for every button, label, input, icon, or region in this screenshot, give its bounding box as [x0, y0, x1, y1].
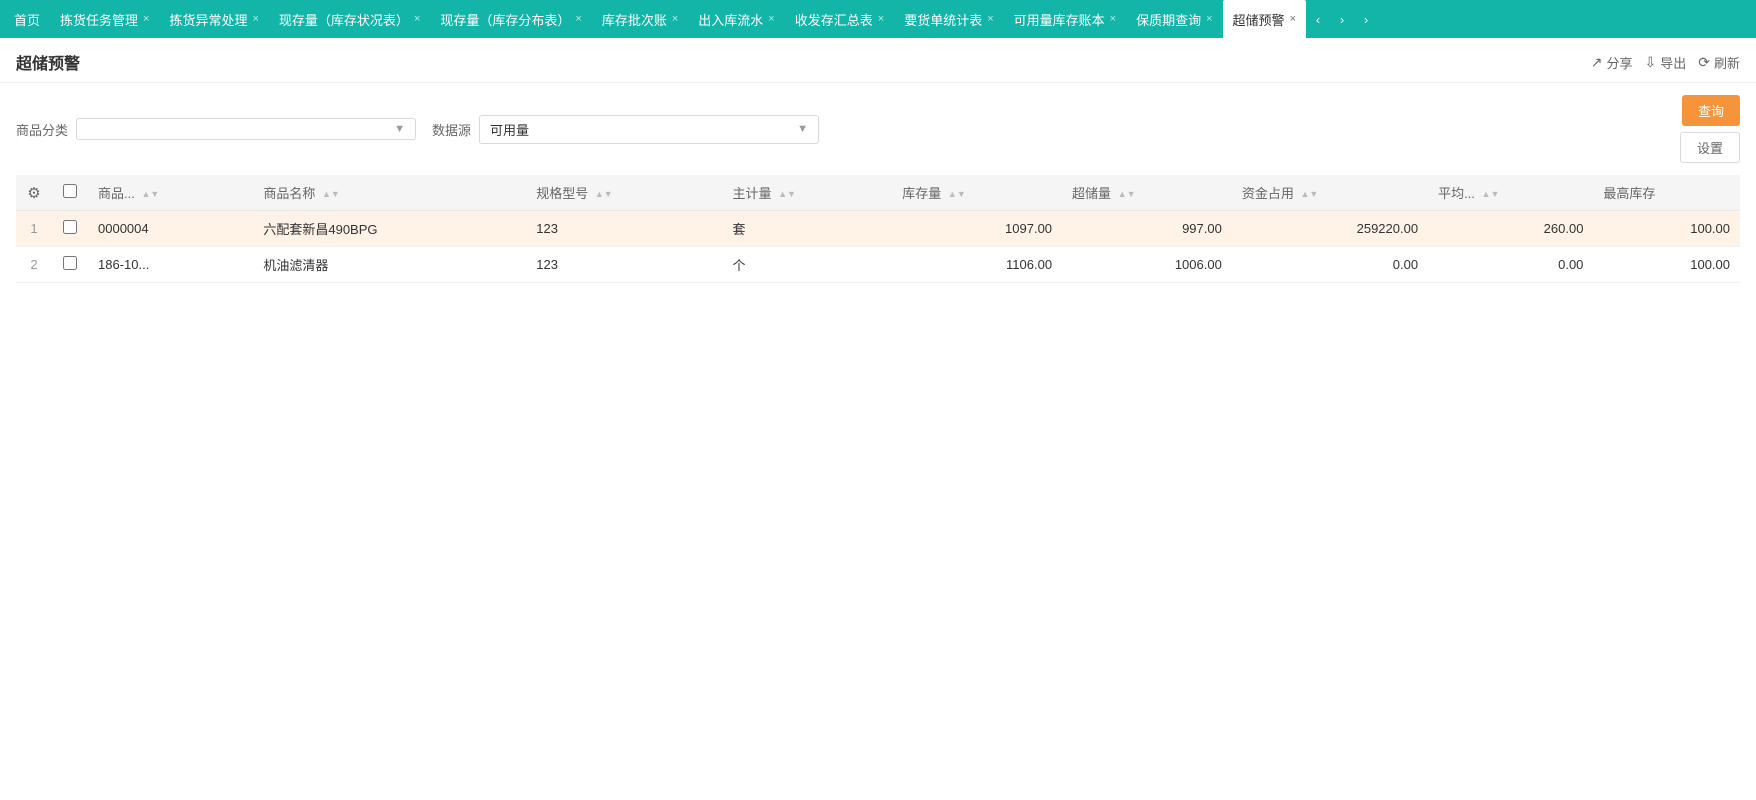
nav-tab-task-mgmt[interactable]: 拣货任务管理 ×	[50, 0, 159, 38]
col-capital[interactable]: 资金占用 ▲▼	[1232, 175, 1428, 211]
row-checkbox-1[interactable]	[63, 256, 77, 270]
sort-stock-icon: ▲▼	[948, 190, 966, 199]
page-content: 超储预警 ↗ 分享 ⇩ 导出 ⟳ 刷新 商品分类 ▼ 数据源	[0, 38, 1756, 800]
close-tab-stock-dist[interactable]: ×	[575, 13, 581, 25]
nav-tab-stock-status[interactable]: 现存量（库存状况表） ×	[269, 0, 430, 38]
row-num-1: 2	[16, 247, 52, 283]
share-icon: ↗	[1591, 54, 1603, 71]
close-tab-overstock[interactable]: ×	[1290, 13, 1296, 25]
unit-1: 个	[722, 247, 892, 283]
sort-overstock-icon: ▲▼	[1118, 190, 1136, 199]
nav-tab-batch[interactable]: 库存批次账 ×	[592, 0, 688, 38]
category-select[interactable]: ▼	[76, 118, 416, 140]
query-button[interactable]: 查询	[1682, 95, 1740, 126]
nav-tab-home[interactable]: 首页	[4, 0, 50, 38]
datasource-select[interactable]: 可用量 ▼	[479, 115, 819, 144]
capital-1: 0.00	[1232, 247, 1428, 283]
close-tab-order-stat[interactable]: ×	[987, 13, 993, 25]
stock-1: 1106.00	[892, 247, 1062, 283]
col-overstock[interactable]: 超储量 ▲▼	[1062, 175, 1232, 211]
table-header-row: ⚙ 商品... ▲▼ 商品名称 ▲▼ 规格型号 ▲▼	[16, 175, 1740, 211]
avg-0: 260.00	[1428, 211, 1593, 247]
sort-goods-code-icon: ▲▼	[141, 190, 159, 199]
max-stock-0: 100.00	[1593, 211, 1740, 247]
close-tab-task-mgmt[interactable]: ×	[143, 13, 149, 25]
select-all-checkbox[interactable]	[63, 184, 77, 198]
nav-prev-arrow[interactable]: ‹	[1306, 0, 1330, 38]
avg-1: 0.00	[1428, 247, 1593, 283]
sort-avg-icon: ▲▼	[1482, 190, 1500, 199]
category-label: 商品分类	[16, 120, 68, 139]
export-button[interactable]: ⇩ 导出	[1645, 53, 1687, 72]
unit-0: 套	[722, 211, 892, 247]
filter-area: 商品分类 ▼ 数据源 可用量 ▼ 查询 设置	[0, 83, 1756, 175]
sort-goods-name-icon: ▲▼	[322, 190, 340, 199]
close-tab-exception[interactable]: ×	[252, 13, 258, 25]
nav-tab-avail-stock[interactable]: 可用量库存账本 ×	[1004, 0, 1126, 38]
refresh-icon: ⟳	[1698, 54, 1710, 71]
row-checkbox-cell-0	[52, 211, 88, 247]
nav-tab-stock-dist[interactable]: 现存量（库存分布表） ×	[430, 0, 591, 38]
nav-next-arrow[interactable]: ›	[1330, 0, 1354, 38]
col-unit[interactable]: 主计量 ▲▼	[722, 175, 892, 211]
col-avg[interactable]: 平均... ▲▼	[1428, 175, 1593, 211]
max-stock-1: 100.00	[1593, 247, 1740, 283]
sort-spec-icon: ▲▼	[595, 190, 613, 199]
sort-capital-icon: ▲▼	[1300, 190, 1318, 199]
col-checkbox	[52, 175, 88, 211]
settings-gear-icon[interactable]: ⚙	[27, 185, 40, 202]
col-spec[interactable]: 规格型号 ▲▼	[526, 175, 722, 211]
overstock-0: 997.00	[1062, 211, 1232, 247]
refresh-button[interactable]: ⟳ 刷新	[1698, 53, 1740, 72]
overstock-1: 1006.00	[1062, 247, 1232, 283]
page-header: 超储预警 ↗ 分享 ⇩ 导出 ⟳ 刷新	[0, 38, 1756, 83]
top-nav: 首页 拣货任务管理 × 拣货异常处理 × 现存量（库存状况表） × 现存量（库存…	[0, 0, 1756, 38]
datasource-label: 数据源	[432, 120, 471, 139]
col-settings: ⚙	[16, 175, 52, 211]
nav-tab-overstock[interactable]: 超储预警 ×	[1223, 0, 1306, 38]
page-title: 超储预警	[16, 50, 80, 74]
close-tab-avail-stock[interactable]: ×	[1110, 13, 1116, 25]
datasource-filter-group: 数据源 可用量 ▼	[432, 115, 819, 144]
goods-code-1: 186-10...	[88, 247, 253, 283]
row-checkbox-cell-1	[52, 247, 88, 283]
spec-0: 123	[526, 211, 722, 247]
nav-more-arrow[interactable]: ›	[1354, 0, 1378, 38]
row-num-0: 1	[16, 211, 52, 247]
spec-1: 123	[526, 247, 722, 283]
nav-tab-exception[interactable]: 拣货异常处理 ×	[159, 0, 268, 38]
category-dropdown-arrow: ▼	[394, 123, 405, 135]
col-stock[interactable]: 库存量 ▲▼	[892, 175, 1062, 211]
table-row: 2 186-10... 机油滤清器 123 个 1106.00 1006.00 …	[16, 247, 1740, 283]
nav-tab-collect[interactable]: 收发存汇总表 ×	[785, 0, 894, 38]
close-tab-quality[interactable]: ×	[1206, 13, 1212, 25]
nav-tab-inout[interactable]: 出入库流水 ×	[688, 0, 784, 38]
data-table: ⚙ 商品... ▲▼ 商品名称 ▲▼ 规格型号 ▲▼	[16, 175, 1740, 283]
row-checkbox-0[interactable]	[63, 220, 77, 234]
close-tab-inout[interactable]: ×	[768, 13, 774, 25]
header-actions: ↗ 分享 ⇩ 导出 ⟳ 刷新	[1591, 53, 1740, 72]
close-tab-collect[interactable]: ×	[878, 13, 884, 25]
stock-0: 1097.00	[892, 211, 1062, 247]
sort-unit-icon: ▲▼	[778, 190, 796, 199]
export-icon: ⇩	[1645, 54, 1657, 71]
share-button[interactable]: ↗ 分享	[1591, 53, 1633, 72]
col-max-stock[interactable]: 最高库存	[1593, 175, 1740, 211]
nav-tab-quality[interactable]: 保质期查询 ×	[1126, 0, 1222, 38]
col-goods-name[interactable]: 商品名称 ▲▼	[253, 175, 526, 211]
col-goods-code[interactable]: 商品... ▲▼	[88, 175, 253, 211]
category-filter-group: 商品分类 ▼	[16, 118, 416, 140]
settings-button[interactable]: 设置	[1680, 132, 1740, 163]
capital-0: 259220.00	[1232, 211, 1428, 247]
datasource-select-value: 可用量	[490, 120, 529, 139]
goods-name-1: 机油滤清器	[253, 247, 526, 283]
table-wrapper: ⚙ 商品... ▲▼ 商品名称 ▲▼ 规格型号 ▲▼	[0, 175, 1756, 283]
datasource-dropdown-arrow: ▼	[797, 123, 808, 135]
close-tab-stock-status[interactable]: ×	[414, 13, 420, 25]
table-row: 1 0000004 六配套新昌490BPG 123 套 1097.00 997.…	[16, 211, 1740, 247]
close-tab-batch[interactable]: ×	[672, 13, 678, 25]
goods-code-0: 0000004	[88, 211, 253, 247]
goods-name-0: 六配套新昌490BPG	[253, 211, 526, 247]
nav-tab-order-stat[interactable]: 要货单统计表 ×	[894, 0, 1003, 38]
